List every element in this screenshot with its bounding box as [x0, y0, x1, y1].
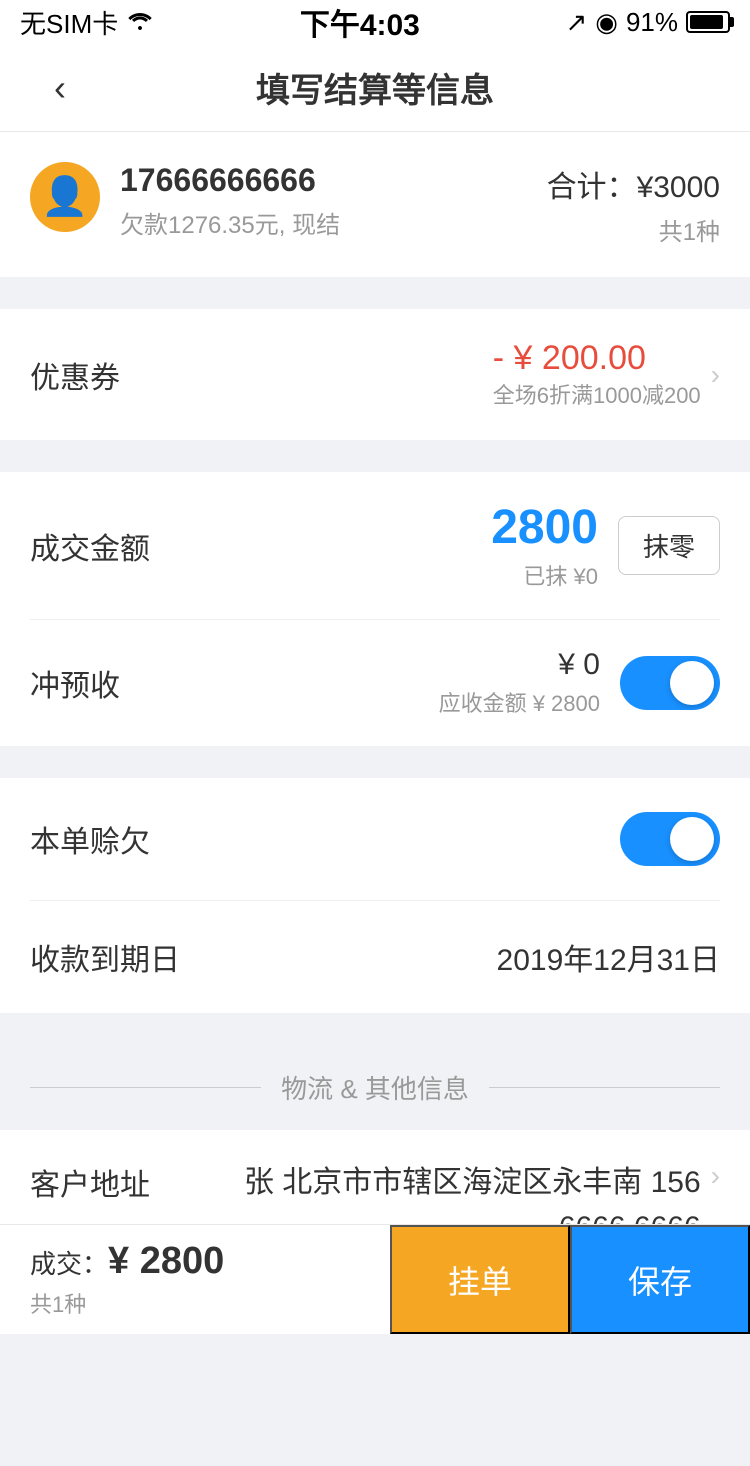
amount-info: 2800 已抹 ¥0	[491, 500, 598, 591]
toggle-knob	[670, 661, 714, 705]
coupon-discount: - ¥ 200.00	[493, 339, 701, 378]
logistics-header: 物流 & 其他信息	[0, 1045, 750, 1130]
charge-row: 冲预收 ¥ 0 应收金额 ¥ 2800	[30, 620, 720, 746]
divider-3	[0, 762, 750, 778]
customer-phone: 17666666666	[120, 162, 340, 199]
round-button[interactable]: 抹零	[618, 516, 720, 575]
coupon-desc: 全场6折满1000减200	[493, 378, 701, 410]
charge-receivable: 应收金额 ¥ 2800	[439, 686, 600, 718]
alarm-icon: ◉	[595, 7, 618, 38]
due-date-value: 2019年12月31日	[497, 935, 720, 979]
bottom-summary: 成交：¥ 2800 共1种	[0, 1225, 390, 1334]
no-sim-label: 无SIM卡	[20, 4, 118, 41]
charge-amount: ¥ 0	[558, 648, 600, 682]
debit-label: 本单赊欠	[30, 817, 150, 861]
debit-section: 本单赊欠 收款到期日 2019年12月31日	[0, 778, 750, 1013]
customer-right: 合计：¥3000 共1种	[547, 162, 720, 247]
avatar-icon: 👤	[41, 175, 88, 219]
amount-right: 2800 已抹 ¥0 抹零	[491, 500, 720, 591]
address-chevron-icon: ›	[711, 1160, 720, 1192]
amount-row: 成交金额 2800 已抹 ¥0 抹零	[30, 472, 720, 620]
coupon-chevron-icon: ›	[711, 359, 720, 391]
total-value: ¥3000	[637, 171, 720, 204]
status-left: 无SIM卡	[20, 4, 154, 41]
battery-icon	[686, 11, 730, 33]
amount-value: 2800	[491, 500, 598, 555]
due-date-label: 收款到期日	[30, 935, 180, 979]
charge-toggle[interactable]	[620, 656, 720, 710]
customer-debt: 欠款1276.35元, 现结	[120, 205, 340, 240]
divider-1	[0, 293, 750, 309]
debit-toggle-knob	[670, 817, 714, 861]
customer-total: 合计：¥3000	[547, 162, 720, 206]
amount-label: 成交金额	[30, 524, 150, 568]
status-right: ↗ ◉ 91%	[565, 7, 730, 38]
debit-row: 本单赊欠	[30, 778, 720, 901]
coupon-right: - ¥ 200.00 全场6折满1000减200 ›	[493, 339, 720, 410]
customer-count: 共1种	[547, 212, 720, 247]
logistics-line-left	[30, 1087, 261, 1088]
page-title: 填写结算等信息	[256, 63, 494, 112]
charge-right: ¥ 0 应收金额 ¥ 2800	[439, 648, 720, 718]
due-date-row: 收款到期日 2019年12月31日	[30, 901, 720, 1013]
logistics-line-right	[489, 1087, 720, 1088]
amount-erased: 已抹 ¥0	[491, 559, 598, 591]
divider-4	[0, 1029, 750, 1045]
coupon-row[interactable]: 优惠券 - ¥ 200.00 全场6折满1000减200 ›	[0, 309, 750, 440]
save-button[interactable]: 保存	[570, 1225, 750, 1334]
customer-left: 👤 17666666666 欠款1276.35元, 现结	[30, 162, 340, 240]
bottom-bar: 成交：¥ 2800 共1种 挂单 保存	[0, 1224, 750, 1334]
nav-bar: ‹ 填写结算等信息	[0, 44, 750, 132]
hang-button[interactable]: 挂单	[390, 1225, 570, 1334]
total-label: 合计：	[547, 171, 637, 204]
battery-percent: 91%	[626, 7, 678, 38]
charge-label: 冲预收	[30, 661, 120, 705]
divider-2	[0, 456, 750, 472]
customer-card: 👤 17666666666 欠款1276.35元, 现结 合计：¥3000 共1…	[0, 132, 750, 277]
location-icon: ↗	[565, 7, 587, 38]
due-date-container: 2019年12月31日	[497, 935, 720, 979]
avatar: 👤	[30, 162, 100, 232]
bottom-deal-price: ¥ 2800	[108, 1240, 224, 1282]
status-bar: 无SIM卡 下午4:03 ↗ ◉ 91%	[0, 0, 750, 44]
back-button[interactable]: ‹	[30, 58, 90, 118]
wifi-icon	[126, 7, 154, 38]
bottom-count: 共1种	[30, 1287, 360, 1319]
status-time: 下午4:03	[300, 0, 420, 44]
bottom-deal-line: 成交：¥ 2800	[30, 1240, 360, 1283]
amount-section: 成交金额 2800 已抹 ¥0 抹零 冲预收 ¥ 0 应收金额 ¥ 2800	[0, 472, 750, 746]
coupon-label: 优惠券	[30, 353, 120, 397]
coupon-info: - ¥ 200.00 全场6折满1000减200	[493, 339, 701, 410]
bottom-deal-label: 成交：	[30, 1249, 108, 1279]
customer-info: 17666666666 欠款1276.35元, 现结	[120, 162, 340, 240]
logistics-title: 物流 & 其他信息	[281, 1069, 469, 1106]
charge-info: ¥ 0 应收金额 ¥ 2800	[439, 648, 600, 718]
address-label: 客户地址	[30, 1160, 150, 1204]
debit-toggle[interactable]	[620, 812, 720, 866]
